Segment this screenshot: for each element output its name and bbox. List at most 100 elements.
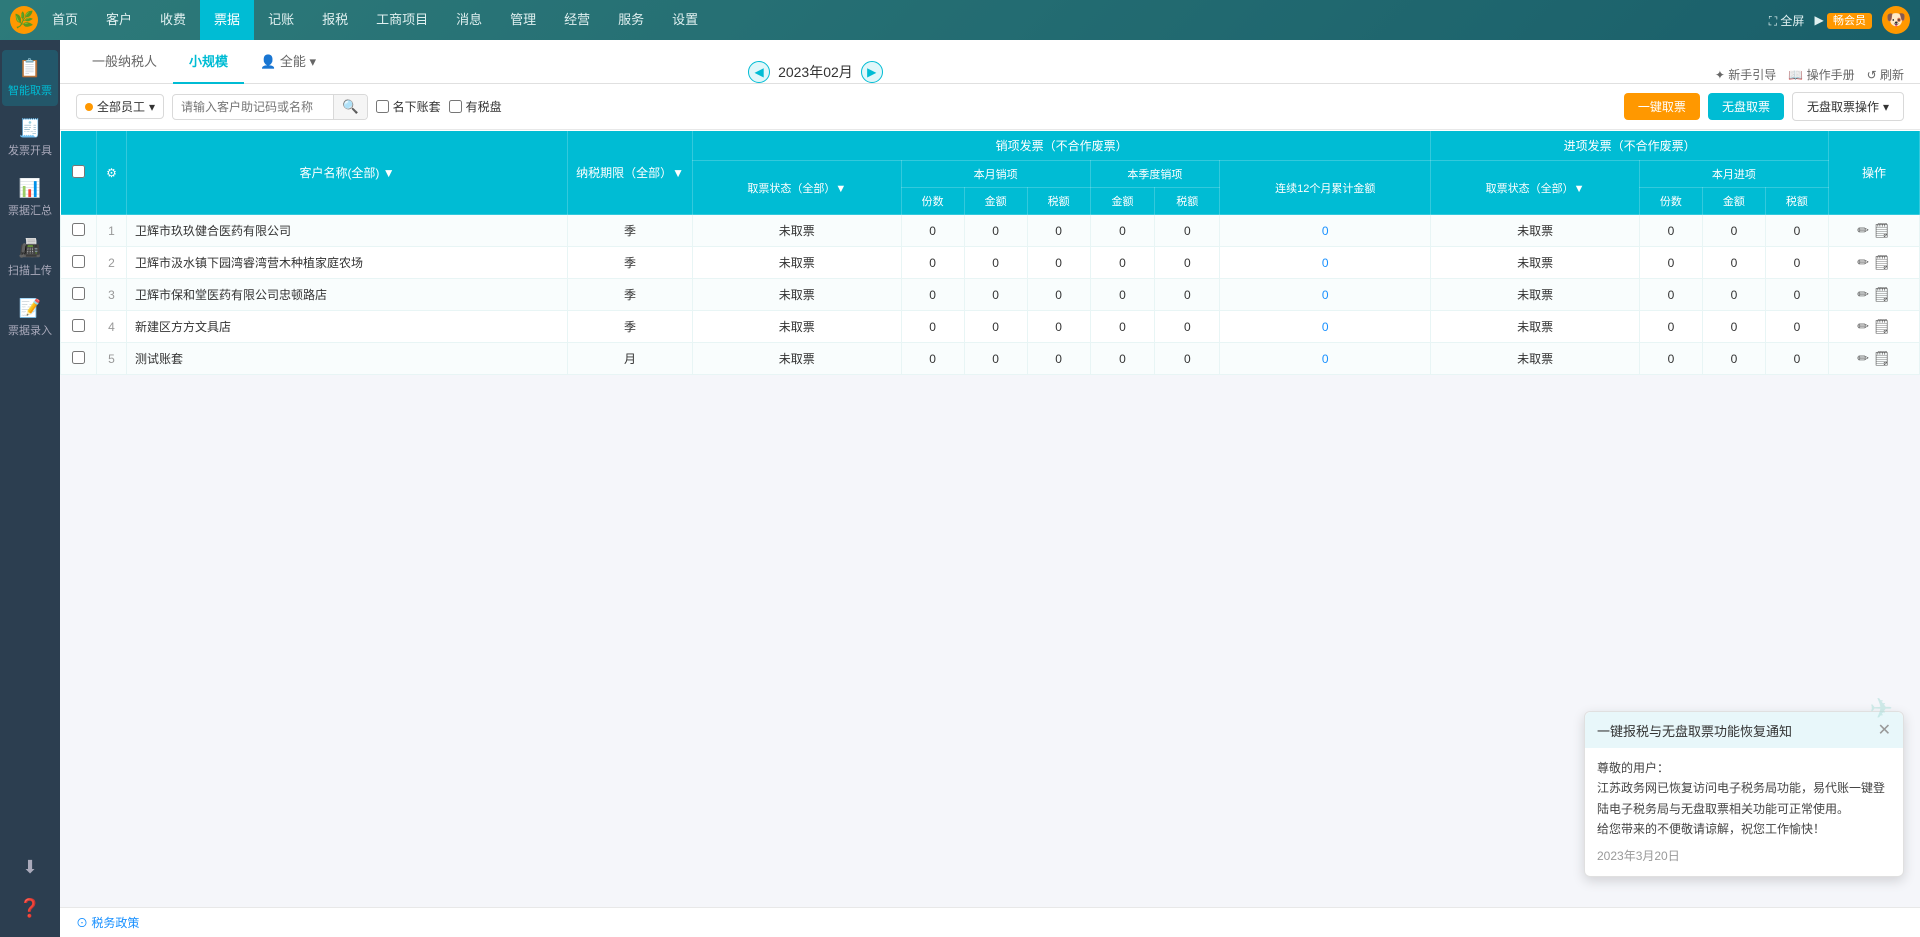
tab-all-chevron: ▾ — [309, 54, 316, 69]
edit-icon-3[interactable]: ✏ — [1857, 318, 1869, 335]
tab-small-scale[interactable]: 小规模 — [173, 40, 244, 84]
row-s12-amount-cell[interactable]: 0 — [1220, 343, 1431, 375]
tax-disk-filter-label[interactable]: 有税盘 — [449, 98, 502, 115]
vip-button[interactable]: ▶ 畅会员 — [1814, 12, 1872, 28]
no-disk-ops-button[interactable]: 无盘取票操作 ▾ — [1792, 92, 1904, 121]
header-settings-col: ⚙ — [97, 131, 127, 215]
nav-client[interactable]: 客户 — [92, 0, 146, 40]
header-sales-status: 取票状态（全部）▼ — [692, 161, 901, 215]
row-sm-count-cell: 0 — [901, 279, 964, 311]
sidebar-item-label: 票据汇总 — [8, 202, 52, 218]
view-icon-0[interactable]: 🗒 — [1873, 222, 1891, 239]
row-purchase-status-cell: 未取票 — [1431, 279, 1640, 311]
tab-all-icon: 👤 — [260, 54, 280, 69]
row-number-cell: 2 — [97, 247, 127, 279]
nav-operation[interactable]: 经营 — [550, 0, 604, 40]
edit-icon-1[interactable]: ✏ — [1857, 254, 1869, 271]
tab-general-taxpayer[interactable]: 一般纳税人 — [76, 40, 173, 84]
row-s12-amount-cell[interactable]: 0 — [1220, 215, 1431, 247]
sidebar-item-smart-ticket[interactable]: 📋 智能取票 — [2, 50, 58, 106]
nav-manage[interactable]: 管理 — [496, 0, 550, 40]
edit-icon-4[interactable]: ✏ — [1857, 350, 1869, 367]
nav-home[interactable]: 首页 — [38, 0, 92, 40]
row-number-cell: 5 — [97, 343, 127, 375]
nav-tax[interactable]: 报税 — [308, 0, 362, 40]
nav-accounting[interactable]: 记账 — [254, 0, 308, 40]
row-pm-tax-cell: 0 — [1765, 343, 1828, 375]
nav-right-actions: ⛶ 全屏 ▶ 畅会员 🐶 — [1769, 6, 1910, 34]
row-purchase-status-cell: 未取票 — [1431, 247, 1640, 279]
row-checkbox-cell — [61, 343, 97, 375]
header-checkbox-col — [61, 131, 97, 215]
settings-icon[interactable]: ⚙ — [106, 166, 117, 180]
header-name-col: 客户名称(全部) ▼ — [127, 131, 568, 215]
sidebar-item-scan-upload[interactable]: 📠 扫描上传 — [2, 230, 58, 286]
view-icon-2[interactable]: 🗒 — [1873, 286, 1891, 303]
row-purchase-status-cell: 未取票 — [1431, 311, 1640, 343]
sidebar-item-ticket-entry[interactable]: 📝 票据录入 — [2, 290, 58, 346]
fullscreen-button[interactable]: ⛶ 全屏 — [1769, 12, 1805, 29]
search-input[interactable] — [173, 96, 333, 118]
edit-icon-0[interactable]: ✏ — [1857, 222, 1869, 239]
nav-settings[interactable]: 设置 — [658, 0, 712, 40]
prev-month-button[interactable]: ◀ — [748, 61, 770, 83]
view-icon-3[interactable]: 🗒 — [1873, 318, 1891, 335]
user-avatar[interactable]: 🐶 — [1882, 6, 1910, 34]
row-sq-amount-cell: 0 — [1090, 215, 1155, 247]
row-sq-tax-cell: 0 — [1155, 279, 1220, 311]
sidebar-item-download[interactable]: ⬇ — [2, 849, 58, 886]
no-disk-ticket-button[interactable]: 无盘取票 — [1708, 93, 1784, 120]
toolbar-right-actions: 一键取票 无盘取票 无盘取票操作 ▾ — [1624, 92, 1904, 121]
nav-message[interactable]: 消息 — [442, 0, 496, 40]
logo-icon: 🌿 — [10, 6, 38, 34]
tax-policy-link[interactable]: ⊙ 税务政策 — [76, 916, 139, 930]
employee-filter[interactable]: 全部员工 ▾ — [76, 94, 164, 119]
row-s12-amount-cell[interactable]: 0 — [1220, 279, 1431, 311]
view-icon-1[interactable]: 🗒 — [1873, 254, 1891, 271]
sidebar-item-help[interactable]: ❓ — [2, 890, 58, 927]
row-checkbox-3[interactable] — [72, 319, 85, 332]
nav-billing[interactable]: 收费 — [146, 0, 200, 40]
row-s12-amount-cell[interactable]: 0 — [1220, 247, 1431, 279]
select-all-checkbox[interactable] — [72, 165, 85, 178]
row-pm-count-cell: 0 — [1639, 311, 1702, 343]
sidebar-item-label: 发票开具 — [8, 142, 52, 158]
row-action-cell: ✏ 🗒 — [1828, 247, 1919, 279]
smart-ticket-icon: 📋 — [19, 58, 41, 79]
header-action-col: 操作 — [1828, 131, 1919, 215]
refresh-button[interactable]: ↺ 刷新 — [1867, 66, 1904, 83]
scan-upload-icon: 📠 — [19, 238, 41, 259]
nav-invoice[interactable]: 票据 — [200, 0, 254, 40]
sidebar-item-invoice-issue[interactable]: 🧾 发票开具 — [2, 110, 58, 166]
row-checkbox-0[interactable] — [72, 223, 85, 236]
one-click-ticket-button[interactable]: 一键取票 — [1624, 93, 1700, 120]
row-pm-amount-cell: 0 — [1702, 215, 1765, 247]
next-month-button[interactable]: ▶ — [861, 61, 883, 83]
page-footer: ⊙ 税务政策 — [60, 907, 1920, 937]
table-row: 2 卫辉市汲水镇下园湾睿湾营木种植家庭农场 季 未取票 0 0 0 0 0 0 … — [61, 247, 1920, 279]
nav-business[interactable]: 工商项目 — [362, 0, 442, 40]
manual-button[interactable]: 📖 操作手册 — [1788, 66, 1854, 83]
tax-disk-checkbox[interactable] — [449, 100, 462, 113]
sidebar-item-ticket-summary[interactable]: 📊 票据汇总 — [2, 170, 58, 226]
header-sq-amount: 金额 — [1090, 188, 1155, 215]
row-checkbox-1[interactable] — [72, 255, 85, 268]
row-s12-amount-cell[interactable]: 0 — [1220, 311, 1431, 343]
row-checkbox-cell — [61, 215, 97, 247]
header-sales-month: 本月销项 — [901, 161, 1090, 188]
edit-icon-2[interactable]: ✏ — [1857, 286, 1869, 303]
account-filter-label[interactable]: 名下账套 — [376, 98, 441, 115]
row-sm-tax-cell: 0 — [1027, 215, 1090, 247]
account-checkbox[interactable] — [376, 100, 389, 113]
row-checkbox-4[interactable] — [72, 351, 85, 364]
view-icon-4[interactable]: 🗒 — [1873, 350, 1891, 367]
new-guide-button[interactable]: ✦ 新手引导 — [1715, 66, 1776, 83]
row-checkbox-2[interactable] — [72, 287, 85, 300]
header-purchase-month: 本月进项 — [1639, 161, 1828, 188]
search-button[interactable]: 🔍 — [333, 95, 367, 119]
tab-all[interactable]: 👤 全能 ▾ — [244, 40, 332, 84]
row-pm-count-cell: 0 — [1639, 343, 1702, 375]
row-checkbox-cell — [61, 311, 97, 343]
help-icon: ❓ — [19, 898, 41, 919]
nav-service[interactable]: 服务 — [604, 0, 658, 40]
